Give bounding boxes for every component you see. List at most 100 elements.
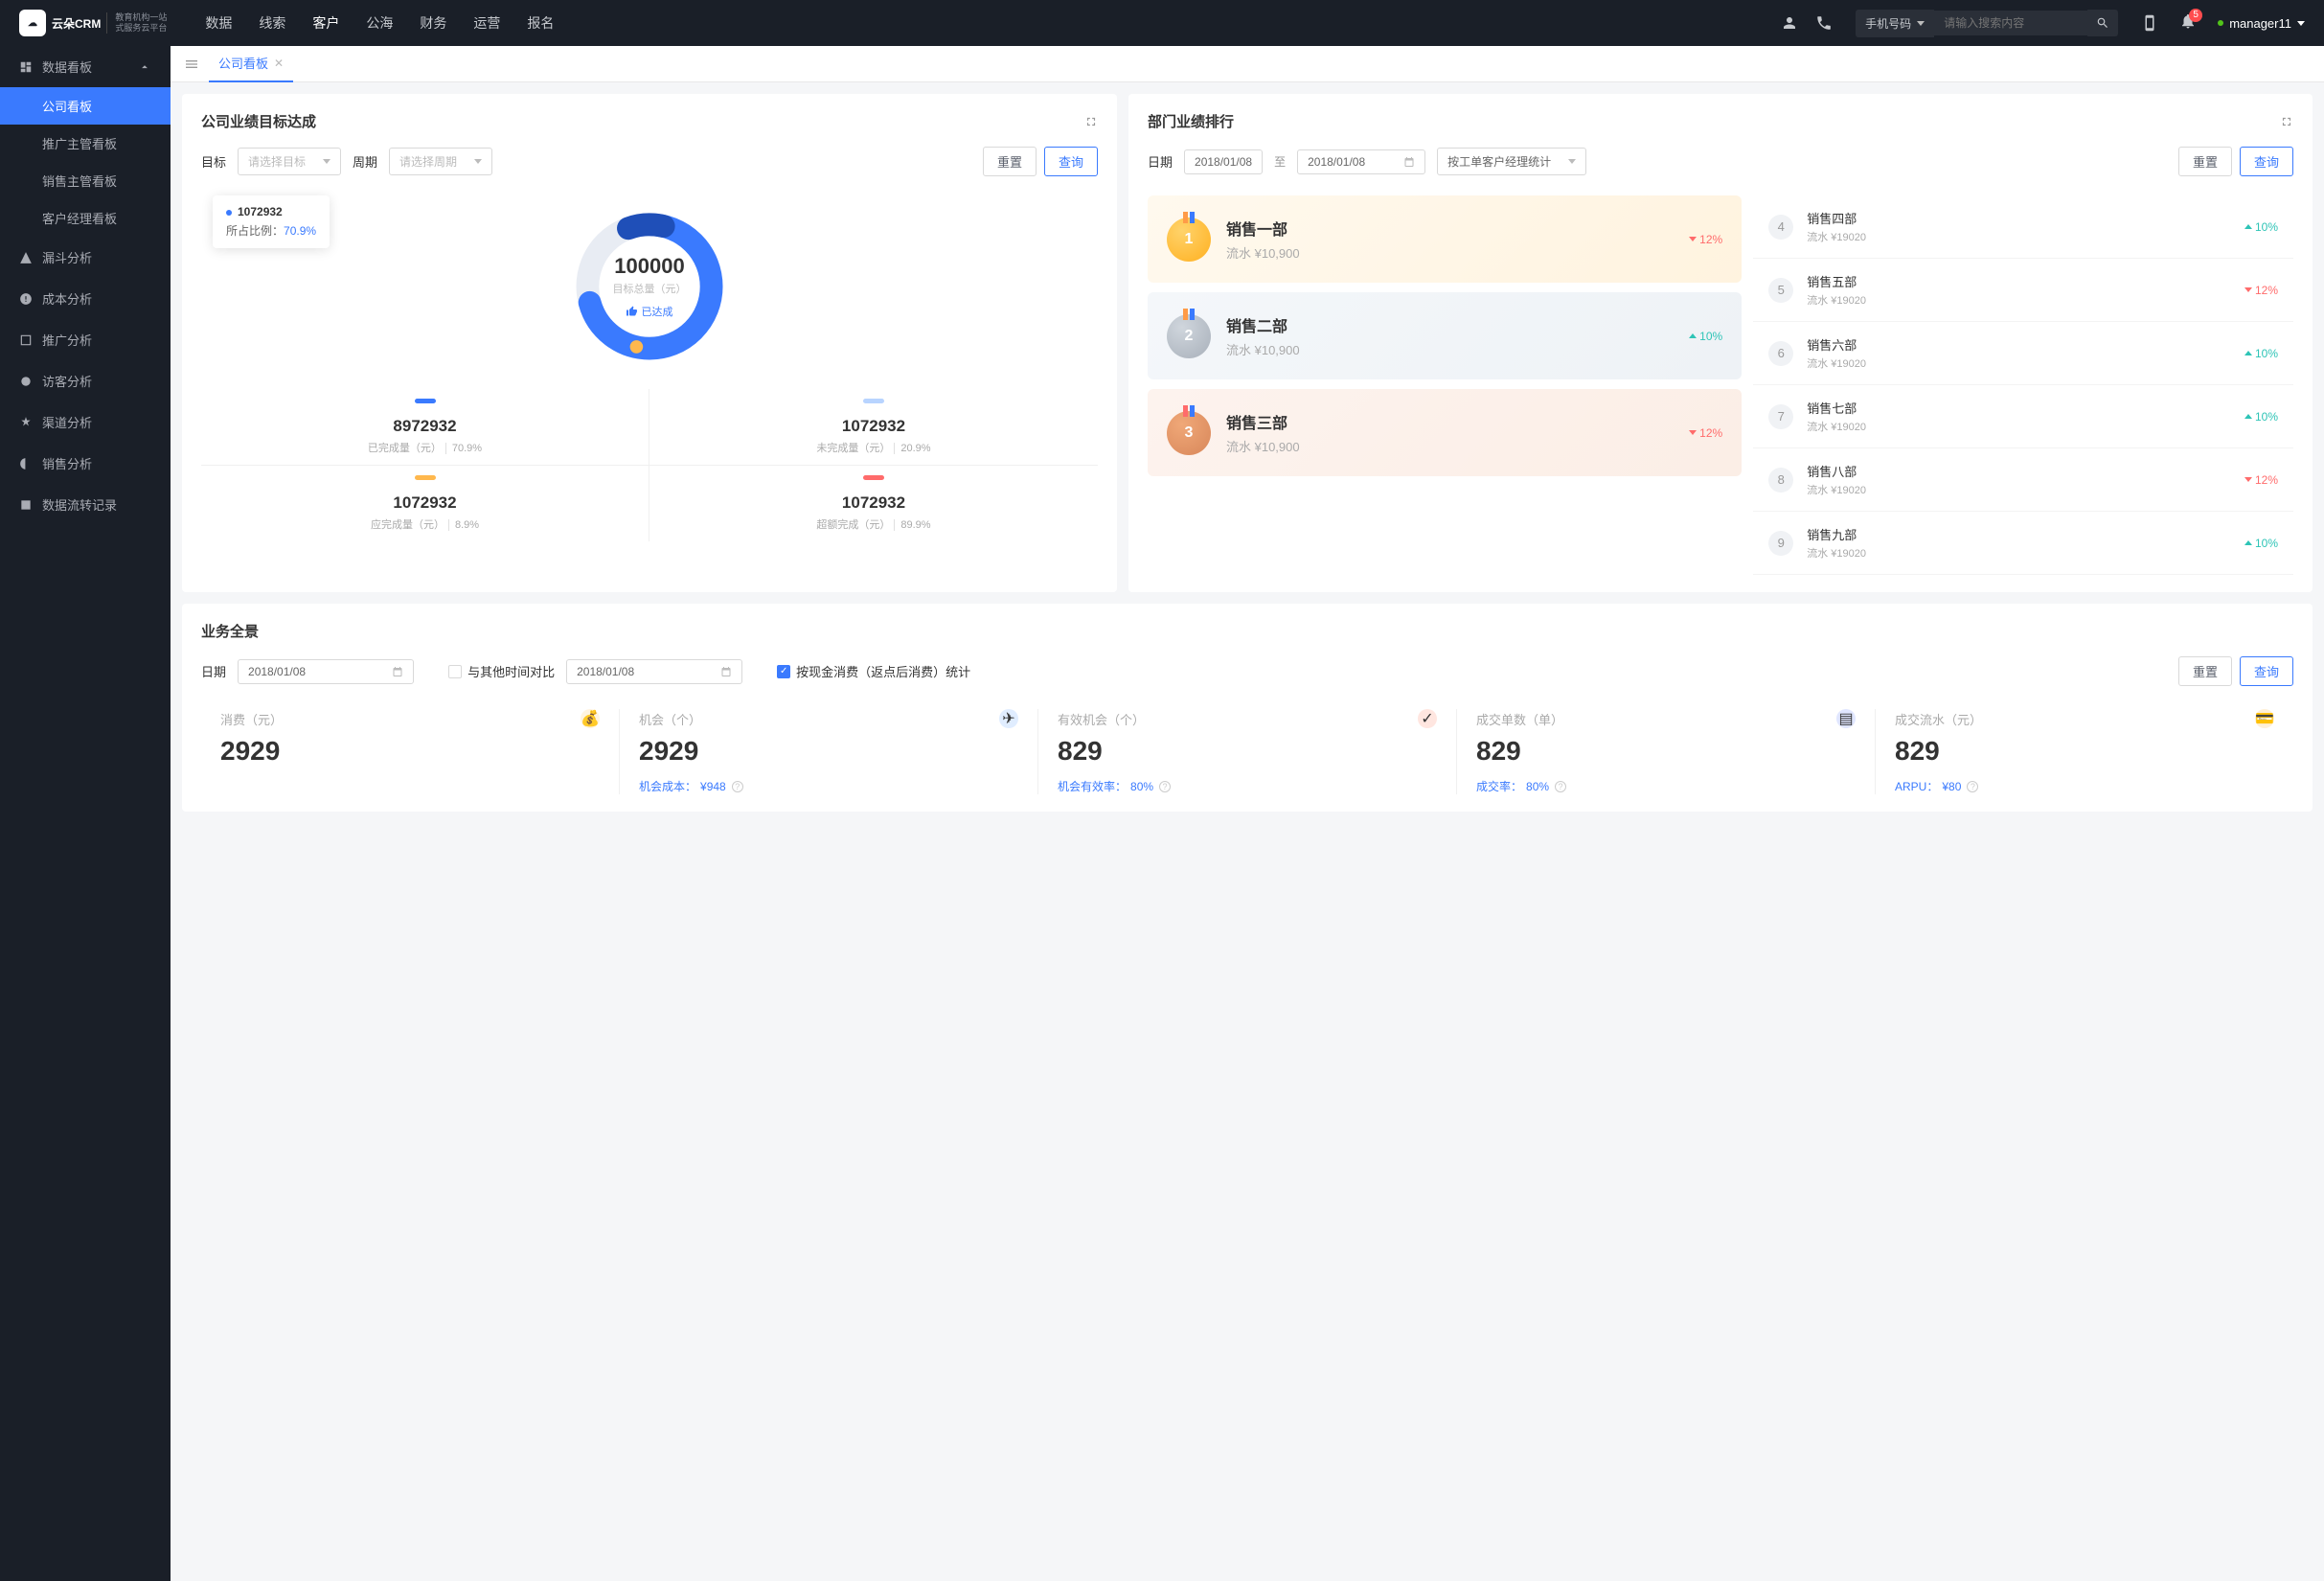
sidebar-item-0[interactable]: 漏斗分析 bbox=[0, 237, 171, 278]
period-select[interactable]: 请选择周期 bbox=[389, 148, 492, 175]
card-title: 部门业绩排行 bbox=[1148, 111, 1234, 131]
person-icon[interactable] bbox=[1781, 14, 1798, 32]
sidebar-sub-1[interactable]: 推广主管看板 bbox=[0, 125, 171, 162]
tab-company-board[interactable]: 公司看板 ✕ bbox=[209, 46, 293, 82]
arrow-down-icon bbox=[1689, 237, 1697, 241]
notifications[interactable]: 5 bbox=[2179, 12, 2197, 34]
donut-center-value: 100000 bbox=[613, 254, 687, 279]
sidebar-sub-3[interactable]: 客户经理看板 bbox=[0, 199, 171, 237]
top-nav: 数据 线索 客户 公海 财务 运营 报名 bbox=[205, 13, 1762, 33]
nav-item-1[interactable]: 线索 bbox=[259, 13, 285, 33]
logo-icon: ☁ bbox=[19, 10, 46, 36]
department-ranking-card: 部门业绩排行 日期 2018/01/08 至 2018/01/08 按工单客户经… bbox=[1128, 94, 2313, 592]
search-button[interactable] bbox=[2087, 10, 2118, 36]
compare-checkbox[interactable]: 与其他时间对比 bbox=[448, 662, 555, 680]
query-button[interactable]: 查询 bbox=[2240, 656, 2293, 686]
sidebar-item-3[interactable]: 访客分析 bbox=[0, 360, 171, 401]
sidebar-item-1[interactable]: 成本分析 bbox=[0, 278, 171, 319]
user-menu[interactable]: manager11 bbox=[2218, 16, 2305, 31]
chevron-down-icon bbox=[1568, 159, 1576, 164]
target-label: 目标 bbox=[201, 152, 226, 171]
rank-card-2[interactable]: 2销售二部流水 ¥10,90010% bbox=[1148, 292, 1742, 379]
sidebar-group-dashboard: 数据看板 公司看板推广主管看板销售主管看板客户经理看板 bbox=[0, 46, 171, 237]
expand-icon[interactable] bbox=[1084, 115, 1098, 128]
expand-icon[interactable] bbox=[2280, 115, 2293, 128]
date-to-label: 至 bbox=[1274, 153, 1286, 170]
stat-4: 成交流水（元）💳829ARPU：¥80? bbox=[1876, 709, 2293, 794]
query-button[interactable]: 查询 bbox=[2240, 147, 2293, 176]
metric-bar-icon bbox=[415, 399, 436, 403]
search-group: 手机号码 bbox=[1856, 10, 2118, 37]
change-indicator: 10% bbox=[2244, 347, 2278, 360]
sidebar-sub-0[interactable]: 公司看板 bbox=[0, 87, 171, 125]
nav-item-6[interactable]: 报名 bbox=[527, 13, 554, 33]
help-icon[interactable]: ? bbox=[1555, 781, 1566, 792]
phone-icon[interactable] bbox=[1815, 14, 1833, 32]
logo-subtitle: 教育机构一站式服务云平台 bbox=[106, 12, 167, 34]
sidebar-item-icon bbox=[19, 333, 33, 347]
chevron-up-icon bbox=[138, 60, 151, 74]
arrow-down-icon bbox=[2244, 477, 2252, 482]
reset-button[interactable]: 重置 bbox=[2178, 147, 2232, 176]
logo[interactable]: ☁ 云朵CRM 教育机构一站式服务云平台 bbox=[19, 10, 167, 36]
help-icon[interactable]: ? bbox=[732, 781, 743, 792]
rank-row-9[interactable]: 9销售九部流水 ¥1902010% bbox=[1753, 512, 2293, 575]
cash-checkbox[interactable]: 按现金消费（返点后消费）统计 bbox=[777, 662, 970, 680]
query-button[interactable]: 查询 bbox=[1044, 147, 1098, 176]
nav-item-3[interactable]: 公海 bbox=[366, 13, 393, 33]
main-content: 公司看板 ✕ 公司业绩目标达成 目标 请选择目标 周期 请选择周期 bbox=[171, 46, 2324, 1581]
rank-row-8[interactable]: 8销售八部流水 ¥1902012% bbox=[1753, 448, 2293, 512]
search-type-select[interactable]: 手机号码 bbox=[1856, 10, 1934, 37]
sidebar-item-5[interactable]: 销售分析 bbox=[0, 443, 171, 484]
chart-tooltip: 1072932 所占比例：70.9% bbox=[213, 195, 330, 248]
search-input[interactable] bbox=[1934, 11, 2087, 35]
sidebar-item-icon bbox=[19, 292, 33, 306]
stat-icon: 💰 bbox=[581, 709, 600, 728]
chevron-down-icon bbox=[474, 159, 482, 164]
date-to-input[interactable]: 2018/01/08 bbox=[1297, 149, 1425, 174]
rank-row-5[interactable]: 5销售五部流水 ¥1902012% bbox=[1753, 259, 2293, 322]
sidebar-item-4[interactable]: 渠道分析 bbox=[0, 401, 171, 443]
rank-card-3[interactable]: 3销售三部流水 ¥10,90012% bbox=[1148, 389, 1742, 476]
medal-icon: 1 bbox=[1167, 218, 1211, 262]
date-from-input[interactable]: 2018/01/08 bbox=[1184, 149, 1263, 174]
change-indicator: 10% bbox=[2244, 537, 2278, 550]
rank-number: 9 bbox=[1768, 531, 1793, 556]
close-icon[interactable]: ✕ bbox=[274, 57, 284, 70]
help-icon[interactable]: ? bbox=[1159, 781, 1171, 792]
date-input-2[interactable]: 2018/01/08 bbox=[566, 659, 742, 684]
medal-icon: 3 bbox=[1167, 411, 1211, 455]
menu-icon[interactable] bbox=[184, 57, 199, 72]
target-select[interactable]: 请选择目标 bbox=[238, 148, 341, 175]
rank-row-4[interactable]: 4销售四部流水 ¥1902010% bbox=[1753, 195, 2293, 259]
stat-icon: 💳 bbox=[2255, 709, 2274, 728]
help-icon[interactable]: ? bbox=[1967, 781, 1978, 792]
stat-sub: ARPU：¥80? bbox=[1895, 778, 2274, 794]
metric-bar-icon bbox=[415, 475, 436, 480]
search-icon bbox=[2096, 16, 2109, 30]
date-input-1[interactable]: 2018/01/08 bbox=[238, 659, 414, 684]
stat-sub: 机会成本：¥948? bbox=[639, 778, 1018, 794]
sidebar-item-6[interactable]: 数据流转记录 bbox=[0, 484, 171, 525]
stat-sub: 成交率：80%? bbox=[1476, 778, 1856, 794]
sidebar-item-2[interactable]: 推广分析 bbox=[0, 319, 171, 360]
rank-row-6[interactable]: 6销售六部流水 ¥1902010% bbox=[1753, 322, 2293, 385]
nav-item-0[interactable]: 数据 bbox=[205, 13, 232, 33]
reset-button[interactable]: 重置 bbox=[983, 147, 1037, 176]
rank-card-1[interactable]: 1销售一部流水 ¥10,90012% bbox=[1148, 195, 1742, 283]
metric-1: 1072932未完成量（元）20.9% bbox=[649, 389, 1098, 466]
sidebar-sub-2[interactable]: 销售主管看板 bbox=[0, 162, 171, 199]
change-indicator: 12% bbox=[2244, 284, 2278, 297]
stat-by-select[interactable]: 按工单客户经理统计 bbox=[1437, 148, 1586, 175]
nav-item-2[interactable]: 客户 bbox=[312, 13, 339, 33]
card-title: 公司业绩目标达成 bbox=[201, 111, 316, 131]
nav-item-5[interactable]: 运营 bbox=[473, 13, 500, 33]
mobile-icon[interactable] bbox=[2141, 14, 2158, 32]
rank-row-7[interactable]: 7销售七部流水 ¥1902010% bbox=[1753, 385, 2293, 448]
reset-button[interactable]: 重置 bbox=[2178, 656, 2232, 686]
change-indicator: 10% bbox=[1689, 330, 1722, 343]
calendar-icon bbox=[1403, 156, 1415, 168]
nav-item-4[interactable]: 财务 bbox=[420, 13, 446, 33]
sidebar-item-icon bbox=[19, 457, 33, 470]
sidebar-group-title[interactable]: 数据看板 bbox=[0, 46, 171, 87]
